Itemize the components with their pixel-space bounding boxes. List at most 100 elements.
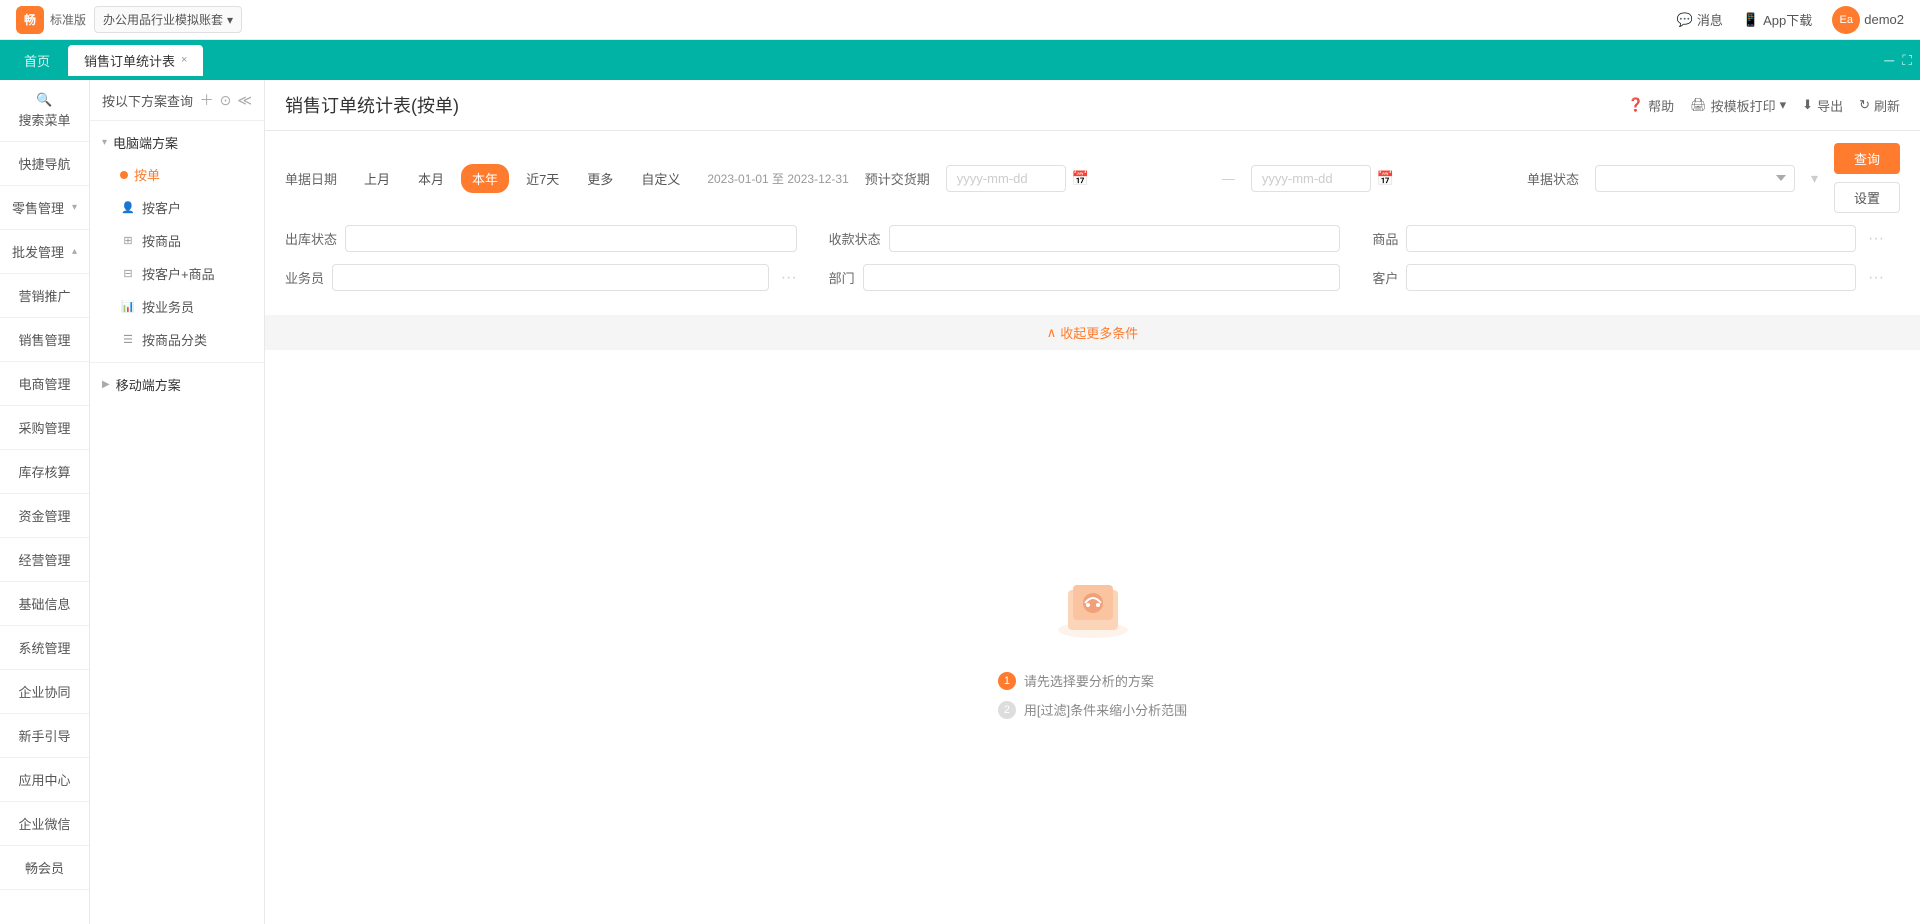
add-scheme-button[interactable]: ＋ bbox=[200, 90, 214, 110]
sidebar-item-operations[interactable]: 经营管理 bbox=[0, 538, 89, 582]
salesperson-input[interactable] bbox=[332, 264, 769, 291]
date-btn-last7[interactable]: 近7天 bbox=[515, 164, 570, 193]
user-label: demo2 bbox=[1864, 12, 1904, 27]
collapse-bar[interactable]: ∧ 收起更多条件 bbox=[265, 315, 1920, 350]
sidebar-item-enterprise[interactable]: 企业协同 bbox=[0, 670, 89, 714]
sidebar-item-purchase[interactable]: 采购管理 bbox=[0, 406, 89, 450]
date-btn-more[interactable]: 更多 bbox=[576, 164, 624, 193]
template-print-button[interactable]: 🖨 按模板打印 ▾ bbox=[1690, 96, 1786, 115]
scheme-item-by-salesperson-label: 按业务员 bbox=[142, 297, 194, 316]
date-dash: — bbox=[1222, 171, 1235, 186]
sidebar-item-marketing[interactable]: 营销推广 bbox=[0, 274, 89, 318]
sidebar-ecommerce-label: 电商管理 bbox=[18, 374, 70, 393]
sidebar-system-label: 系统管理 bbox=[18, 638, 70, 657]
empty-state-illustration bbox=[1043, 555, 1143, 655]
sidebar-item-finance[interactable]: 资金管理 bbox=[0, 494, 89, 538]
expected-date-to-input[interactable] bbox=[1251, 165, 1371, 192]
scheme-panel-actions: ＋ ⊙ ≪ bbox=[200, 90, 252, 110]
sidebar-item-ecommerce[interactable]: 电商管理 bbox=[0, 362, 89, 406]
top-bar-right: 💬 消息 📱 App下载 Ea demo2 bbox=[1677, 6, 1904, 34]
tab-home[interactable]: 首页 bbox=[8, 45, 66, 76]
tab-sales-order-stats[interactable]: 销售订单统计表 × bbox=[68, 45, 203, 76]
date-btn-lastmonth[interactable]: 上月 bbox=[353, 164, 401, 193]
app-download-button[interactable]: 📱 App下载 bbox=[1743, 10, 1812, 29]
refresh-label: 刷新 bbox=[1874, 96, 1900, 115]
top-bar-left: 畅 标准版 办公用品行业模拟账套 ▾ bbox=[16, 6, 242, 34]
sidebar-item-sales[interactable]: 销售管理 bbox=[0, 318, 89, 362]
sidebar-enterprise-label: 企业协同 bbox=[18, 682, 70, 701]
date-btn-thisyear[interactable]: 本年 bbox=[461, 164, 509, 193]
user-menu[interactable]: Ea demo2 bbox=[1832, 6, 1904, 34]
dept-select[interactable] bbox=[863, 264, 1341, 291]
scheme-item-by-order[interactable]: 按单 bbox=[90, 158, 264, 191]
scheme-section-mobile-header[interactable]: ▶ 移动端方案 bbox=[90, 369, 264, 400]
sidebar-retail-label: 零售管理 bbox=[12, 198, 64, 217]
filter-area: 单据日期 上月 本月 本年 近7天 更多 自定义 2023-01-01 至 20… bbox=[265, 131, 1920, 315]
refresh-button[interactable]: ↻ 刷新 bbox=[1859, 96, 1900, 115]
goods-more-icon[interactable]: ··· bbox=[1868, 230, 1884, 248]
date-btn-custom[interactable]: 自定义 bbox=[630, 164, 691, 193]
out-status-select[interactable] bbox=[345, 225, 797, 252]
logo-text: 标准版 bbox=[50, 11, 86, 28]
export-button[interactable]: ⬇ 导出 bbox=[1802, 96, 1843, 115]
goods-input[interactable] bbox=[1406, 225, 1856, 252]
date-btn-thismonth[interactable]: 本月 bbox=[407, 164, 455, 193]
salesperson-label: 业务员 bbox=[285, 268, 324, 287]
minimize-icon[interactable]: ─ bbox=[1884, 52, 1894, 68]
sidebar-item-basic[interactable]: 基础信息 bbox=[0, 582, 89, 626]
sidebar-item-shortcut[interactable]: 快捷导航 bbox=[0, 142, 89, 186]
collapse-scheme-button[interactable]: ≪ bbox=[237, 92, 252, 109]
out-status-col: 出库状态 bbox=[285, 225, 813, 252]
date-filter-label: 单据日期 bbox=[285, 169, 337, 188]
sidebar-item-wholesale[interactable]: 批发管理 ▴ bbox=[0, 230, 89, 274]
scheme-item-by-customer-goods[interactable]: ⊟ 按客户+商品 bbox=[90, 257, 264, 290]
salesperson-more-icon[interactable]: ··· bbox=[781, 269, 797, 287]
customer-input[interactable] bbox=[1406, 264, 1856, 291]
status-select[interactable] bbox=[1595, 165, 1795, 192]
nav-tabs: 首页 销售订单统计表 × ─ ⛶ bbox=[0, 40, 1920, 80]
scheme-item-by-salesperson[interactable]: 📊 按业务员 bbox=[90, 290, 264, 323]
app-label: App下载 bbox=[1763, 10, 1812, 29]
phone-icon: 📱 bbox=[1743, 12, 1759, 28]
calendar-from-icon: 📅 bbox=[1072, 170, 1089, 187]
receipt-status-select[interactable] bbox=[889, 225, 1341, 252]
settings-button[interactable]: 设置 bbox=[1834, 182, 1900, 213]
sidebar-item-newbie[interactable]: 新手引导 bbox=[0, 714, 89, 758]
sidebar-newbie-label: 新手引导 bbox=[18, 726, 70, 745]
export-label: 导出 bbox=[1817, 96, 1843, 115]
scheme-section-pc-header[interactable]: ▾ 电脑端方案 bbox=[90, 127, 264, 158]
help-button[interactable]: ❓ 帮助 bbox=[1628, 96, 1674, 115]
customer-label: 客户 bbox=[1372, 268, 1398, 287]
sidebar-item-member[interactable]: 畅会员 bbox=[0, 846, 89, 890]
scheme-item-by-goods-label: 按商品 bbox=[142, 231, 181, 250]
sidebar-item-retail[interactable]: 零售管理 ▾ bbox=[0, 186, 89, 230]
expected-date-from-group: 📅 bbox=[946, 165, 1206, 192]
sidebar-wholesale-label: 批发管理 bbox=[12, 242, 64, 261]
sidebar-item-apps[interactable]: 应用中心 bbox=[0, 758, 89, 802]
tab-close-button[interactable]: × bbox=[181, 54, 187, 66]
content-area: 按以下方案查询 ＋ ⊙ ≪ ▾ 电脑端方案 按单 👤 按客户 bbox=[90, 80, 1920, 924]
scheme-item-by-category-label: 按商品分类 bbox=[142, 330, 207, 349]
refresh-icon: ↻ bbox=[1859, 97, 1870, 113]
bar-chart-icon: 📊 bbox=[120, 299, 136, 315]
sidebar-marketing-label: 营销推广 bbox=[18, 286, 70, 305]
sidebar-item-wechat[interactable]: 企业微信 bbox=[0, 802, 89, 846]
sidebar-item-inventory[interactable]: 库存核算 bbox=[0, 450, 89, 494]
scheme-item-by-goods[interactable]: ⊞ 按商品 bbox=[90, 224, 264, 257]
maximize-icon[interactable]: ⛶ bbox=[1902, 52, 1912, 69]
scheme-item-by-category[interactable]: ☰ 按商品分类 bbox=[90, 323, 264, 356]
empty-tip-2: 2 用[过滤]条件来缩小分析范围 bbox=[998, 700, 1187, 719]
settings-scheme-button[interactable]: ⊙ bbox=[220, 92, 232, 109]
query-button[interactable]: 查询 bbox=[1834, 143, 1900, 174]
expected-date-from-input[interactable] bbox=[946, 165, 1066, 192]
filter-row-3: 业务员 ··· 部门 客户 ··· bbox=[285, 264, 1900, 291]
sidebar-search[interactable]: 🔍 搜索菜单 bbox=[0, 80, 89, 142]
sidebar-item-system[interactable]: 系统管理 bbox=[0, 626, 89, 670]
company-selector[interactable]: 办公用品行业模拟账套 ▾ bbox=[94, 6, 242, 33]
message-icon: 💬 bbox=[1677, 12, 1693, 28]
message-button[interactable]: 💬 消息 bbox=[1677, 10, 1723, 29]
sidebar: 🔍 搜索菜单 快捷导航 零售管理 ▾ 批发管理 ▴ 营销推广 销售管理 电商管理… bbox=[0, 80, 90, 924]
scheme-item-by-customer[interactable]: 👤 按客户 bbox=[90, 191, 264, 224]
customer-more-icon[interactable]: ··· bbox=[1868, 269, 1884, 287]
dept-col: 部门 bbox=[829, 264, 1357, 291]
